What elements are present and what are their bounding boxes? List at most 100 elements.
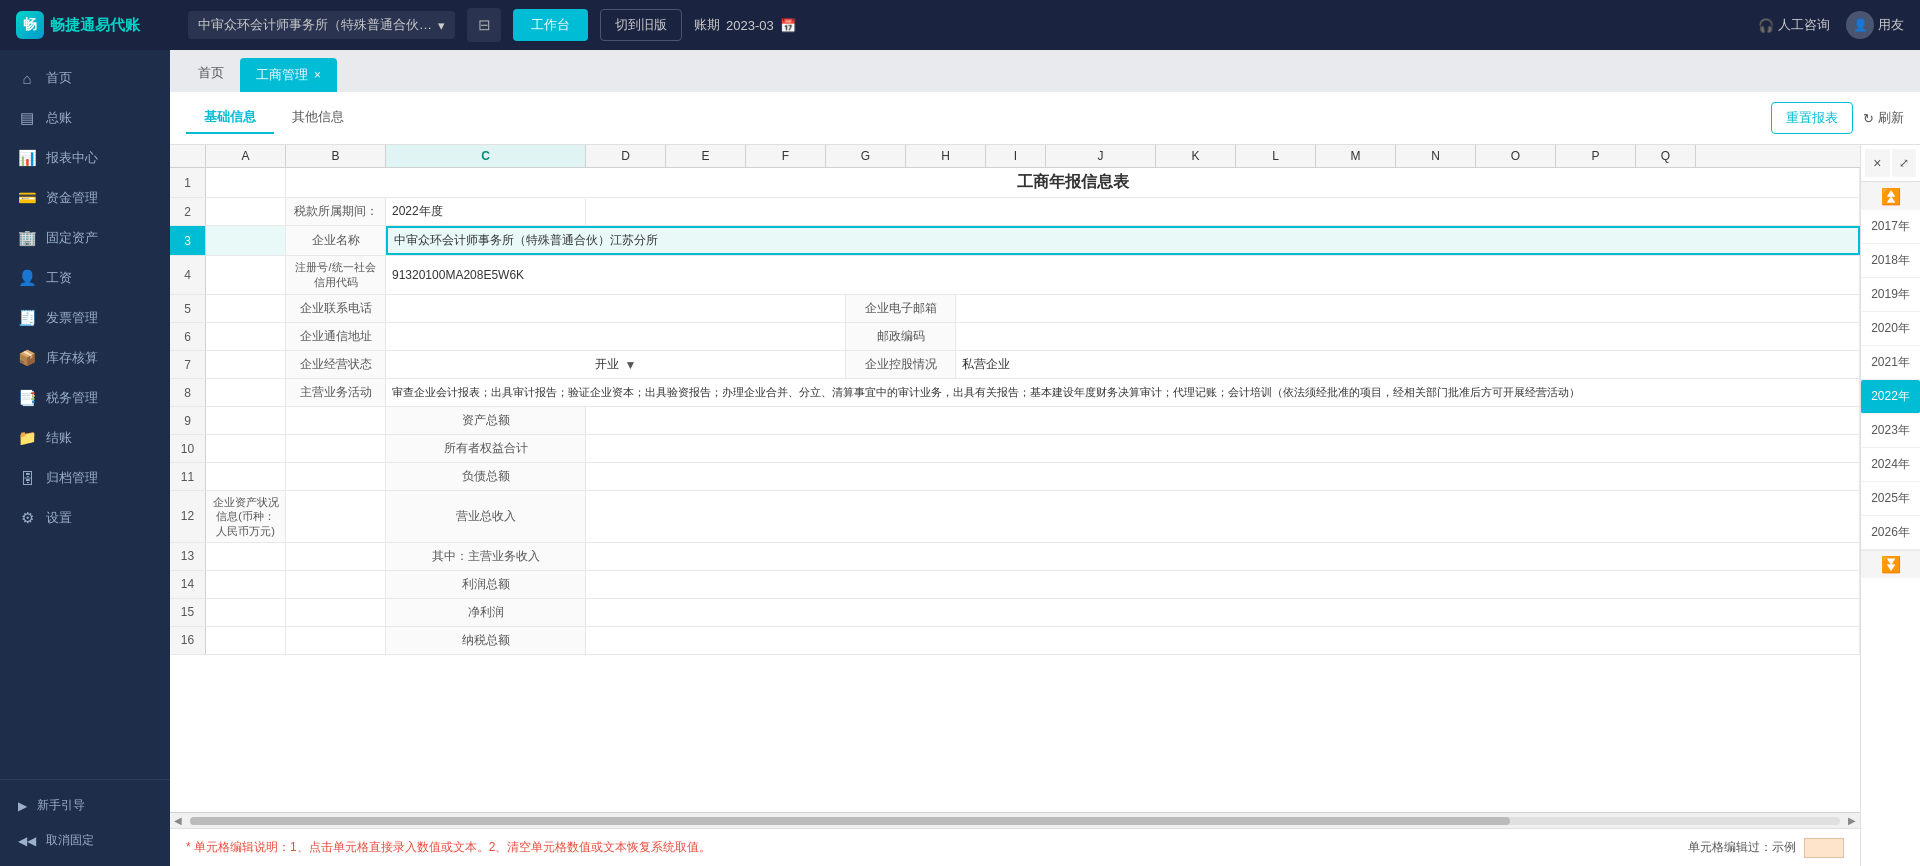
year-item-2024[interactable]: 2024年 [1861, 448, 1920, 482]
sidebar-item-tax-management[interactable]: 📑 税务管理 [0, 378, 170, 418]
sidebar-item-fixed-assets[interactable]: 🏢 固定资产 [0, 218, 170, 258]
sidebar-item-inventory[interactable]: 📦 库存核算 [0, 338, 170, 378]
cell-2c[interactable]: 2022年度 [386, 198, 586, 225]
year-item-2021[interactable]: 2021年 [1861, 346, 1920, 380]
cell-10d[interactable] [586, 435, 1860, 462]
tab-active[interactable]: 工商管理 × [240, 58, 337, 92]
tab-home[interactable]: 首页 [182, 56, 240, 92]
cell-9b[interactable] [286, 407, 386, 434]
year-scroll-down-double[interactable]: ⏬ [1861, 550, 1920, 578]
year-item-2023[interactable]: 2023年 [1861, 414, 1920, 448]
year-scroll-up-double[interactable]: ⏫ [1861, 182, 1920, 210]
year-item-2017[interactable]: 2017年 [1861, 210, 1920, 244]
sidebar-item-closing[interactable]: 📁 结账 [0, 418, 170, 458]
cell-2-rest[interactable] [586, 198, 1860, 225]
sidebar-item-report-center[interactable]: 📊 报表中心 [0, 138, 170, 178]
sub-tab-other[interactable]: 其他信息 [274, 102, 362, 134]
cell-14d[interactable] [586, 571, 1860, 598]
user-menu[interactable]: 👤 用友 [1846, 11, 1904, 39]
sidebar-item-home[interactable]: ⌂ 首页 [0, 58, 170, 98]
expand-panel-button[interactable]: ⤢ [1892, 149, 1917, 177]
refresh-button[interactable]: ↻ 刷新 [1863, 109, 1904, 127]
horizontal-scrollbar[interactable]: ◀ ▶ [170, 812, 1860, 828]
cell-14b[interactable] [286, 571, 386, 598]
scroll-right-arrow[interactable]: ▶ [1844, 815, 1860, 826]
table-row: 4 注册号/统一社会信用代码 91320100MA208E5W6K [170, 256, 1860, 295]
sidebar-item-archive[interactable]: 🗄 归档管理 [0, 458, 170, 498]
sidebar-item-general-ledger[interactable]: ▤ 总账 [0, 98, 170, 138]
scroll-track[interactable] [190, 817, 1840, 825]
reset-button[interactable]: 重置报表 [1771, 102, 1853, 134]
workbench-button[interactable]: 工作台 [513, 9, 588, 41]
sidebar-item-unpin[interactable]: ◀◀ 取消固定 [0, 823, 170, 858]
sidebar-item-new-guide[interactable]: ▶ 新手引导 [0, 788, 170, 823]
old-version-button[interactable]: 切到旧版 [600, 9, 682, 41]
cell-3c[interactable]: 中审众环会计师事务所（特殊普通合伙）江苏分所 [386, 226, 1860, 255]
cell-15a[interactable] [206, 599, 286, 626]
cell-7a[interactable] [206, 351, 286, 378]
scroll-left-arrow[interactable]: ◀ [170, 815, 186, 826]
cell-9d[interactable] [586, 407, 1860, 434]
sidebar-item-fund-management[interactable]: 💳 资金管理 [0, 178, 170, 218]
year-item-2019[interactable]: 2019年 [1861, 278, 1920, 312]
cell-1a[interactable] [206, 168, 286, 197]
year-item-2022[interactable]: 2022年 [1861, 380, 1920, 414]
close-panel-button[interactable]: × [1865, 149, 1890, 177]
cell-8c[interactable]: 审查企业会计报表；出具审计报告；验证企业资本；出具验资报告；办理企业合并、分立、… [386, 379, 1860, 406]
cell-15b[interactable] [286, 599, 386, 626]
cell-5k[interactable] [956, 295, 1860, 322]
cell-8b: 主营业务活动 [286, 379, 386, 406]
cell-10b[interactable] [286, 435, 386, 462]
calendar-icon[interactable]: 📅 [780, 18, 796, 33]
sidebar-item-payroll[interactable]: 👤 工资 [0, 258, 170, 298]
spreadsheet-body[interactable]: 1 工商年报信息表 2 税款所属期间： 2022年度 3 [170, 168, 1860, 812]
year-item-2025[interactable]: 2025年 [1861, 482, 1920, 516]
sidebar-item-settings[interactable]: ⚙ 设置 [0, 498, 170, 538]
tab-close-icon[interactable]: × [314, 68, 321, 82]
cell-4a[interactable] [206, 256, 286, 294]
company-selector[interactable]: 中审众环会计师事务所（特殊普通合伙… ▾ [188, 11, 455, 39]
col-e: E [666, 145, 746, 167]
cell-6k[interactable] [956, 323, 1860, 350]
sidebar-item-invoice-management[interactable]: 🧾 发票管理 [0, 298, 170, 338]
chevron-down-icon: ▾ [438, 18, 445, 33]
col-j: J [1046, 145, 1156, 167]
cell-11a[interactable] [206, 463, 286, 490]
cell-13b[interactable] [286, 543, 386, 570]
row-num: 8 [170, 379, 206, 406]
copy-button[interactable]: ⊟ [467, 8, 501, 42]
cell-2a[interactable] [206, 198, 286, 225]
cell-5c[interactable] [386, 295, 846, 322]
year-item-2018[interactable]: 2018年 [1861, 244, 1920, 278]
year-item-2020[interactable]: 2020年 [1861, 312, 1920, 346]
cell-4b: 注册号/统一社会信用代码 [286, 256, 386, 294]
scroll-thumb [190, 817, 1510, 825]
cell-16b[interactable] [286, 627, 386, 654]
cell-13d[interactable] [586, 543, 1860, 570]
sub-tab-basic[interactable]: 基础信息 [186, 102, 274, 134]
period-label: 账期 [694, 16, 720, 34]
cell-3a[interactable] [206, 226, 286, 255]
cell-15d[interactable] [586, 599, 1860, 626]
cell-16a[interactable] [206, 627, 286, 654]
col-o: O [1476, 145, 1556, 167]
cell-6a[interactable] [206, 323, 286, 350]
cell-11b[interactable] [286, 463, 386, 490]
cell-6c[interactable] [386, 323, 846, 350]
cell-16d[interactable] [586, 627, 1860, 654]
cell-9a[interactable] [206, 407, 286, 434]
cell-10a[interactable] [206, 435, 286, 462]
service-button[interactable]: 🎧 人工咨询 [1758, 16, 1830, 34]
cell-5a[interactable] [206, 295, 286, 322]
cell-7k[interactable]: 私营企业 [956, 351, 1860, 378]
cell-8a[interactable] [206, 379, 286, 406]
cell-12b[interactable] [286, 491, 386, 542]
cell-13a[interactable] [206, 543, 286, 570]
year-item-2026[interactable]: 2026年 [1861, 516, 1920, 550]
cell-7c[interactable]: 开业▼ [386, 351, 846, 378]
cell-14a[interactable] [206, 571, 286, 598]
col-l: L [1236, 145, 1316, 167]
cell-12d[interactable] [586, 491, 1860, 542]
cell-4c[interactable]: 91320100MA208E5W6K [386, 256, 1860, 294]
cell-11d[interactable] [586, 463, 1860, 490]
